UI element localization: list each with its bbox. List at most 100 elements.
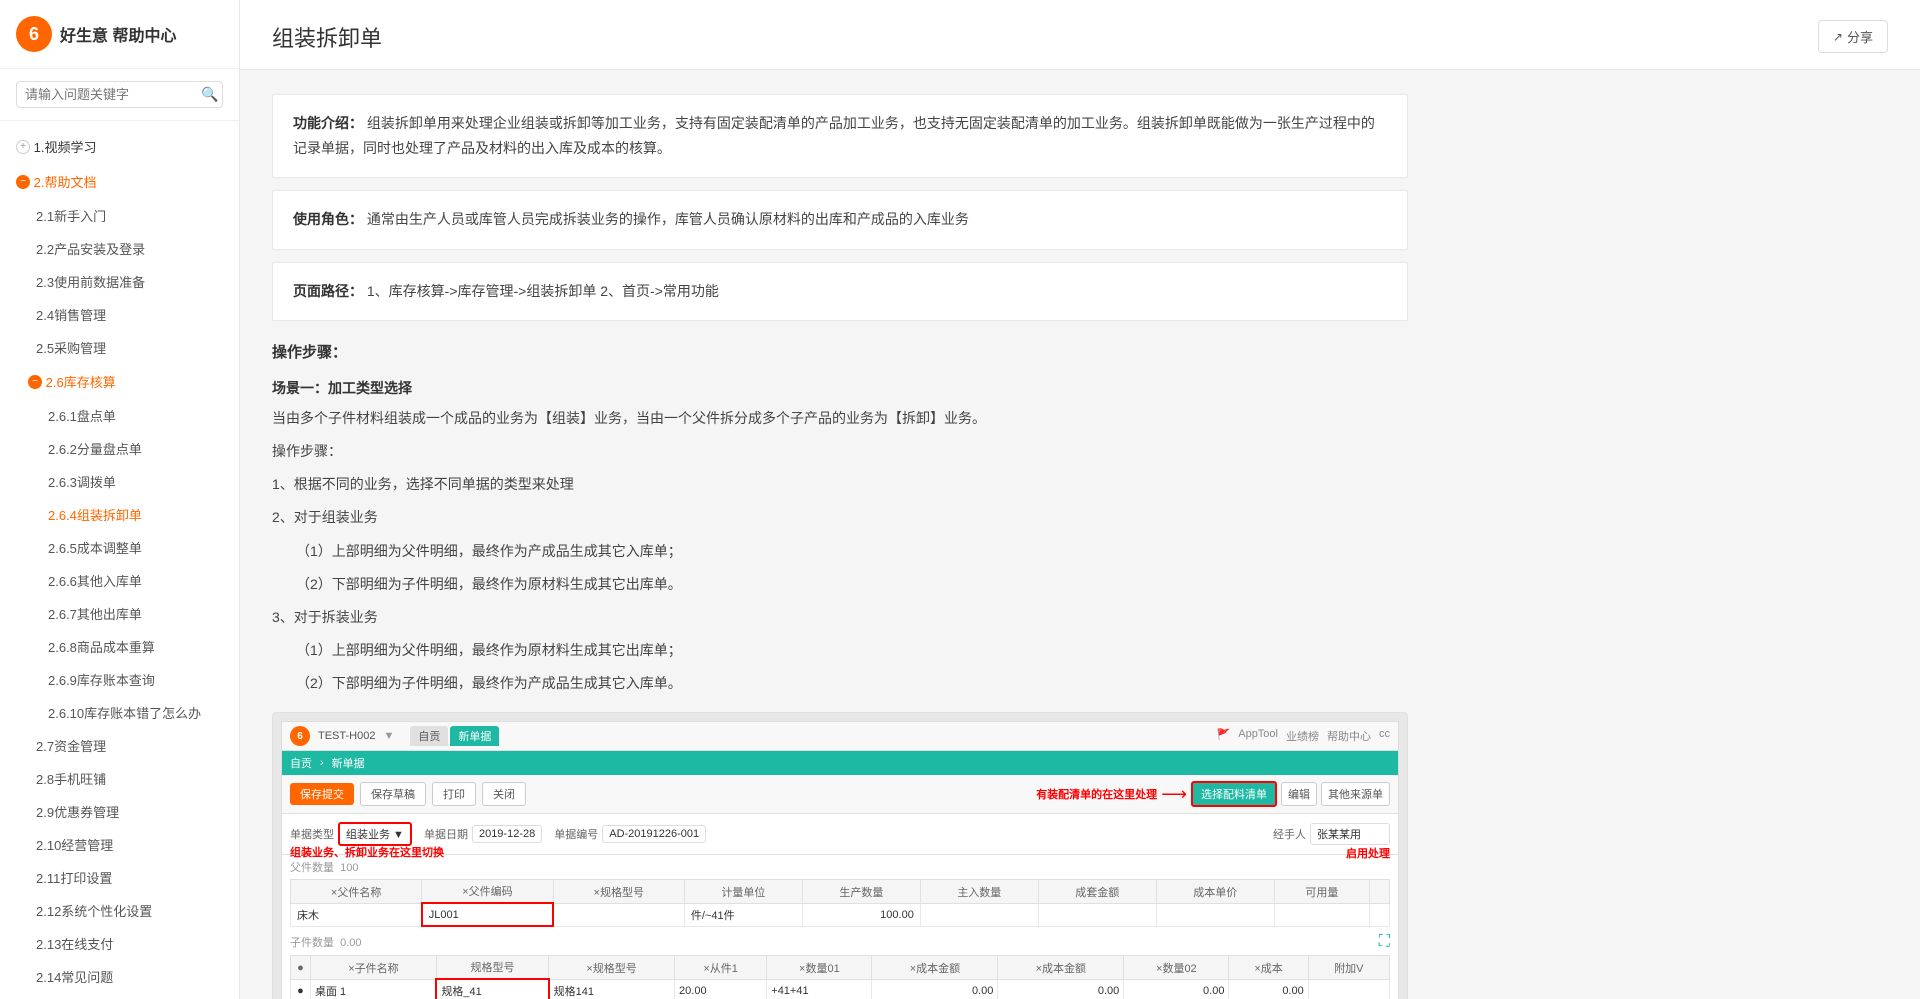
approve-field-group: 经手人 张某某用 启用处理 bbox=[1273, 823, 1390, 845]
app-company: TEST-H002 bbox=[318, 730, 375, 742]
sidebar-item-267[interactable]: 2.6.7其他出库单 bbox=[0, 597, 239, 630]
sidebar-item-210[interactable]: 2.10经营管理 bbox=[0, 828, 239, 861]
upper-td-code-1[interactable]: JL001 bbox=[422, 903, 553, 926]
search-input[interactable] bbox=[25, 87, 201, 102]
sidebar-item-269[interactable]: 2.6.9库存账本查询 bbox=[0, 663, 239, 696]
btn-save-draft[interactable]: 保存草稿 bbox=[360, 782, 426, 806]
lower-expand-icon[interactable]: ⛶ bbox=[1379, 933, 1390, 951]
step3-details: （1）上部明细为父件明细，最终作为原材料生成其它出库单； （2）下部明细为子件明… bbox=[272, 638, 1408, 696]
sidebar-item-261[interactable]: 2.6.1盘点单 bbox=[0, 399, 239, 432]
nav-label-261: 2.6.1盘点单 bbox=[48, 409, 116, 424]
btn-print[interactable]: 打印 bbox=[432, 782, 476, 806]
sidebar-item-inventory[interactable]: − 2.6库存核算 bbox=[0, 364, 239, 399]
lower-section-header: 子件数量 0.00 ⛶ bbox=[290, 931, 1390, 955]
app-icon-cc: cc bbox=[1379, 728, 1390, 744]
search-wrap[interactable]: 🔍 bbox=[16, 81, 223, 108]
annotation-top-right-area: 有装配清单的在这里处理 ⟶ 选择配料清单 编辑 其他来源单 bbox=[1036, 781, 1390, 807]
screenshot-container: 6 TEST-H002 ▼ 自贡 新单据 🚩 AppTool 业绩榜 帮助中心 bbox=[272, 712, 1408, 999]
lower-td-check-1: ● bbox=[291, 979, 311, 999]
sidebar: 6 好生意 帮助中心 🔍 + 1.视频学习 − 2.帮助文档 2.1新手入门 2… bbox=[0, 0, 240, 999]
approve-value[interactable]: 张某某用 bbox=[1310, 823, 1390, 845]
nav-label-214: 2.14常见问题 bbox=[36, 970, 113, 985]
docno-value[interactable]: AD-20191226-001 bbox=[602, 825, 706, 843]
upper-th-qty: 生产数量 bbox=[802, 880, 920, 904]
annotation-switch: 组装业务、拆卸业务在这里切换 bbox=[290, 844, 444, 860]
lower-td-f1-1: 20.00 bbox=[675, 979, 767, 999]
lower-td-add-1 bbox=[1308, 979, 1389, 999]
sidebar-item-214[interactable]: 2.14常见问题 bbox=[0, 960, 239, 993]
btn-edit[interactable]: 编辑 bbox=[1281, 782, 1317, 806]
sidebar-item-262[interactable]: 2.6.2分量盘点单 bbox=[0, 432, 239, 465]
nav-label-212: 2.12系统个性化设置 bbox=[36, 904, 152, 919]
lower-td-spec1-1[interactable]: 规格_41 bbox=[436, 979, 548, 999]
sidebar-item-266[interactable]: 2.6.6其他入库单 bbox=[0, 564, 239, 597]
lower-th-f1: ×从件1 bbox=[675, 956, 767, 980]
sidebar-item-docs[interactable]: − 2.帮助文档 bbox=[0, 164, 239, 199]
sidebar-item-purchase[interactable]: 2.5采购管理 bbox=[0, 331, 239, 364]
upper-th-main-qty: 主入数量 bbox=[920, 880, 1038, 904]
sidebar-item-268[interactable]: 2.6.8商品成本重算 bbox=[0, 630, 239, 663]
docno-label: 单据编号 bbox=[554, 826, 598, 842]
upper-th-cost: 成本单价 bbox=[1156, 880, 1274, 904]
btn-other-source[interactable]: 其他来源单 bbox=[1321, 782, 1390, 806]
lower-total-hint: 子件数量 0.00 bbox=[290, 934, 362, 950]
scenario1-title-text: 场景一：加工类型选择 bbox=[272, 380, 412, 396]
lower-th-add: 附加V bbox=[1308, 956, 1389, 980]
date-field-group: 单据日期 2019-12-28 bbox=[424, 825, 542, 843]
annotation-enable-text: 启用处理 bbox=[1346, 848, 1390, 860]
sidebar-item-new-user[interactable]: 2.1新手入门 bbox=[0, 199, 239, 232]
sidebar-item-videos[interactable]: + 1.视频学习 bbox=[0, 129, 239, 164]
nav-label-24: 2.4销售管理 bbox=[36, 308, 106, 323]
intro-block: 功能介绍： 组装拆卸单用来处理企业组装或拆卸等加工业务，支持有固定装配清单的产品… bbox=[272, 94, 1408, 178]
lower-th-amt1: ×成本金额 bbox=[872, 956, 998, 980]
type-value[interactable]: 组装业务 ▼ bbox=[338, 822, 412, 846]
upper-th-avail: 可用量 bbox=[1274, 880, 1369, 904]
app-tab-home[interactable]: 自贡 bbox=[410, 726, 448, 746]
upper-th-name: ×父件名称 bbox=[291, 880, 422, 904]
nav-label-211: 2.11打印设置 bbox=[36, 871, 112, 886]
lower-td-amt2-1: 0.00 bbox=[998, 979, 1124, 999]
lower-td-qty01-1: +41+41 bbox=[767, 979, 872, 999]
sidebar-item-211[interactable]: 2.11打印设置 bbox=[0, 861, 239, 894]
nav-label-266: 2.6.6其他入库单 bbox=[48, 574, 142, 589]
search-icon[interactable]: 🔍 bbox=[201, 86, 218, 103]
expand-icon-videos: + bbox=[16, 140, 30, 154]
upper-table-hint: 父件数量 100 bbox=[290, 855, 1390, 879]
sidebar-item-265[interactable]: 2.6.5成本调整单 bbox=[0, 531, 239, 564]
sidebar-item-install[interactable]: 2.2产品安装及登录 bbox=[0, 232, 239, 265]
nav-label-264: 2.6.4组装拆卸单 bbox=[48, 508, 142, 523]
upper-th-action bbox=[1370, 880, 1390, 904]
docno-field-group: 单据编号 AD-20191226-001 bbox=[554, 825, 706, 843]
sidebar-item-sales[interactable]: 2.4销售管理 bbox=[0, 298, 239, 331]
upper-td-mainqty-1 bbox=[920, 903, 1038, 926]
logo-area: 6 好生意 帮助中心 bbox=[0, 0, 239, 69]
sidebar-item-213[interactable]: 2.13在线支付 bbox=[0, 927, 239, 960]
nav-label-263: 2.6.3调拨单 bbox=[48, 475, 116, 490]
btn-select-recipe[interactable]: 选择配料清单 bbox=[1191, 781, 1277, 807]
lower-th-cost2: ×成本 bbox=[1229, 956, 1308, 980]
nav-label-28: 2.8手机旺铺 bbox=[36, 772, 106, 787]
share-button[interactable]: ↗ 分享 bbox=[1818, 20, 1888, 53]
sidebar-item-29[interactable]: 2.9优惠券管理 bbox=[0, 795, 239, 828]
app-tab-new[interactable]: 新单据 bbox=[450, 726, 499, 746]
steps-title: 操作步骤： bbox=[272, 341, 1408, 362]
lower-table-row-1: ● 桌面 1 规格_41 规格141 20.00 +41+41 0.00 0.0… bbox=[291, 979, 1390, 999]
sidebar-item-263[interactable]: 2.6.3调拨单 bbox=[0, 465, 239, 498]
sidebar-item-2610[interactable]: 2.6.10库存账本错了怎么办 bbox=[0, 696, 239, 729]
app-icon-flag: 🚩 bbox=[1217, 728, 1231, 744]
sidebar-item-28[interactable]: 2.8手机旺铺 bbox=[0, 762, 239, 795]
sidebar-item-215[interactable]: 2.15操作案例 bbox=[0, 993, 239, 999]
sidebar-item-data-prep[interactable]: 2.3使用前数据准备 bbox=[0, 265, 239, 298]
date-value[interactable]: 2019-12-28 bbox=[472, 825, 542, 843]
lower-td-cost-1: 0.00 bbox=[1229, 979, 1308, 999]
nav-label-videos: 1.视频学习 bbox=[34, 137, 97, 156]
btn-close[interactable]: 关闭 bbox=[482, 782, 526, 806]
nav-arrow1: › bbox=[320, 757, 324, 769]
logo-text: 好生意 帮助中心 bbox=[60, 22, 176, 46]
upper-td-name-1: 床木 bbox=[291, 903, 422, 926]
sidebar-item-264[interactable]: 2.6.4组装拆卸单 bbox=[0, 498, 239, 531]
btn-save-submit[interactable]: 保存提交 bbox=[290, 783, 354, 805]
nav-label-213: 2.13在线支付 bbox=[36, 937, 113, 952]
sidebar-item-27[interactable]: 2.7资金管理 bbox=[0, 729, 239, 762]
sidebar-item-212[interactable]: 2.12系统个性化设置 bbox=[0, 894, 239, 927]
